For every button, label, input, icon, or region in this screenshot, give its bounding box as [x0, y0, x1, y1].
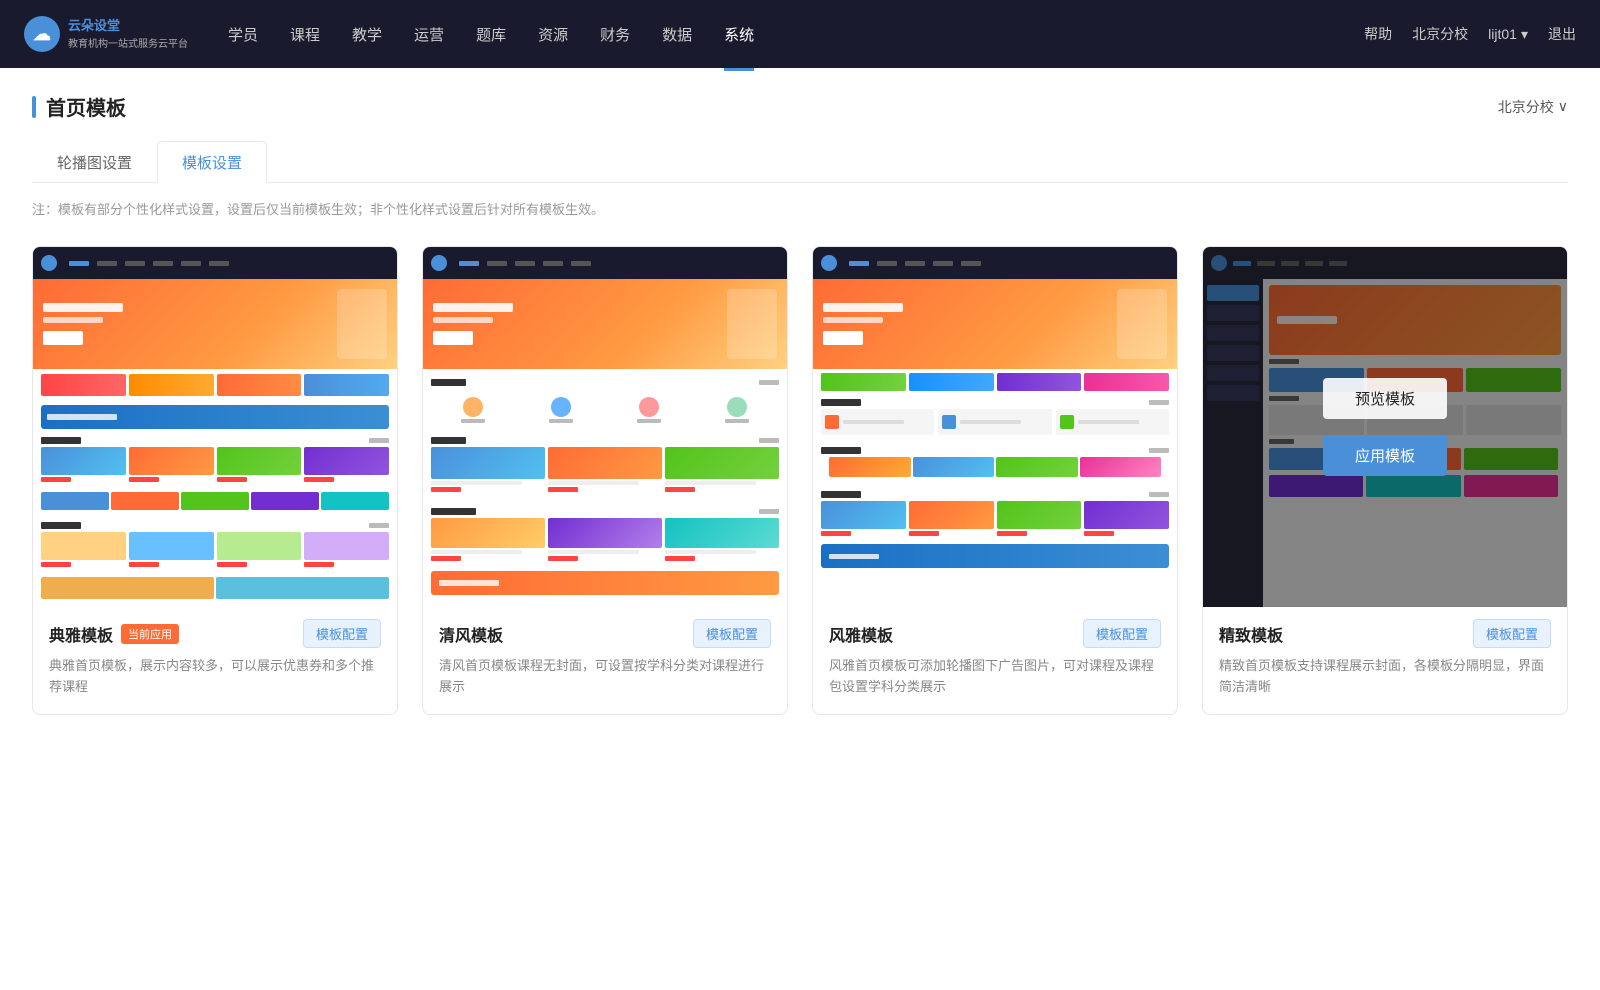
help-link[interactable]: 帮助 — [1364, 24, 1392, 44]
nav-item-finance[interactable]: 财务 — [600, 20, 630, 49]
nav-item-teaching[interactable]: 教学 — [352, 20, 382, 49]
nav-right: 帮助 北京分校 lijt01 ▾ 退出 — [1364, 24, 1576, 44]
template-note: 注：模板有部分个性化样式设置，设置后仅当前模板生效；非个性化样式设置后针对所有模… — [32, 199, 1568, 218]
template-desc-fengya: 风雅首页模板可添加轮播图下广告图片，可对课程及课程包设置学科分类展示 — [829, 656, 1161, 698]
template-card-fengya: 风雅模板 模板配置 风雅首页模板可添加轮播图下广告图片，可对课程及课程包设置学科… — [812, 246, 1178, 715]
top-navigation: ☁ 云朵设堂 教育机构一站式服务云平台 学员 课程 教学 运营 题库 资源 财务… — [0, 0, 1600, 68]
branch-label: 北京分校 — [1498, 97, 1554, 117]
preview-template-button[interactable]: 预览模板 — [1323, 378, 1447, 419]
logo[interactable]: ☁ 云朵设堂 教育机构一站式服务云平台 — [24, 16, 188, 52]
template-desc-qingfeng: 清风首页模板课程无封面，可设置按学科分类对课程进行展示 — [439, 656, 771, 698]
template-footer-jingzhi: 精致模板 模板配置 精致首页模板支持课程展示封面，各模板分隔明显，界面简洁清晰 — [1203, 607, 1567, 714]
page-title-wrap: 首页模板 — [32, 92, 126, 121]
sim-preview-qingfeng — [423, 247, 787, 607]
template-card-qingfeng: 清风模板 模板配置 清风首页模板课程无封面，可设置按学科分类对课程进行展示 — [422, 246, 788, 715]
current-badge-dianyan: 当前应用 — [121, 624, 179, 644]
logout-link[interactable]: 退出 — [1548, 24, 1576, 44]
template-hover-overlay: 预览模板 应用模板 — [1203, 247, 1567, 607]
logo-icon: ☁ — [24, 16, 60, 52]
apply-template-button[interactable]: 应用模板 — [1323, 435, 1447, 476]
nav-item-resources[interactable]: 资源 — [538, 20, 568, 49]
template-preview-qingfeng[interactable] — [423, 247, 787, 607]
sim-preview-dianyan — [33, 247, 397, 607]
template-card-dianyan: 典雅模板 当前应用 模板配置 典雅首页模板，展示内容较多，可以展示优惠券和多个推… — [32, 246, 398, 715]
dropdown-arrow-icon: ▾ — [1521, 26, 1528, 43]
page-title: 首页模板 — [46, 92, 126, 121]
nav-item-courses[interactable]: 课程 — [290, 20, 320, 49]
template-name-jingzhi: 精致模板 — [1219, 622, 1283, 646]
template-preview-fengya[interactable] — [813, 247, 1177, 607]
template-desc-dianyan: 典雅首页模板，展示内容较多，可以展示优惠券和多个推荐课程 — [49, 656, 381, 698]
template-footer-dianyan: 典雅模板 当前应用 模板配置 典雅首页模板，展示内容较多，可以展示优惠券和多个推… — [33, 607, 397, 714]
config-button-dianyan[interactable]: 模板配置 — [303, 619, 381, 648]
page-content: 首页模板 北京分校 ∨ 轮播图设置 模板设置 注：模板有部分个性化样式设置，设置… — [0, 68, 1600, 990]
nav-item-operations[interactable]: 运营 — [414, 20, 444, 49]
template-name-dianyan: 典雅模板 — [49, 622, 113, 646]
template-footer-qingfeng: 清风模板 模板配置 清风首页模板课程无封面，可设置按学科分类对课程进行展示 — [423, 607, 787, 714]
template-grid: 典雅模板 当前应用 模板配置 典雅首页模板，展示内容较多，可以展示优惠券和多个推… — [32, 246, 1568, 715]
template-preview-jingzhi[interactable]: 预览模板 应用模板 — [1203, 247, 1567, 607]
template-footer-fengya: 风雅模板 模板配置 风雅首页模板可添加轮播图下广告图片，可对课程及课程包设置学科… — [813, 607, 1177, 714]
nav-menu: 学员 课程 教学 运营 题库 资源 财务 数据 系统 — [228, 20, 1364, 49]
nav-item-students[interactable]: 学员 — [228, 20, 258, 49]
tabs: 轮播图设置 模板设置 — [32, 141, 1568, 183]
nav-item-exam[interactable]: 题库 — [476, 20, 506, 49]
user-dropdown[interactable]: lijt01 ▾ — [1488, 26, 1528, 43]
config-button-jingzhi[interactable]: 模板配置 — [1473, 619, 1551, 648]
template-preview-dianyan[interactable] — [33, 247, 397, 607]
tab-carousel[interactable]: 轮播图设置 — [32, 141, 157, 183]
config-button-qingfeng[interactable]: 模板配置 — [693, 619, 771, 648]
config-button-fengya[interactable]: 模板配置 — [1083, 619, 1161, 648]
template-name-fengya: 风雅模板 — [829, 622, 893, 646]
nav-item-data[interactable]: 数据 — [662, 20, 692, 49]
template-desc-jingzhi: 精致首页模板支持课程展示封面，各模板分隔明显，界面简洁清晰 — [1219, 656, 1551, 698]
page-header: 首页模板 北京分校 ∨ — [32, 92, 1568, 121]
template-name-qingfeng: 清风模板 — [439, 622, 503, 646]
logo-text: 云朵设堂 教育机构一站式服务云平台 — [68, 18, 188, 50]
sim-preview-fengya — [813, 247, 1177, 607]
branch-link[interactable]: 北京分校 — [1412, 24, 1468, 44]
template-card-jingzhi: 预览模板 应用模板 — [1202, 246, 1568, 715]
branch-chevron-icon: ∨ — [1558, 98, 1568, 115]
nav-item-system[interactable]: 系统 — [724, 20, 754, 49]
branch-selector[interactable]: 北京分校 ∨ — [1498, 97, 1568, 117]
tab-template[interactable]: 模板设置 — [157, 141, 267, 183]
title-bar-accent — [32, 96, 36, 118]
